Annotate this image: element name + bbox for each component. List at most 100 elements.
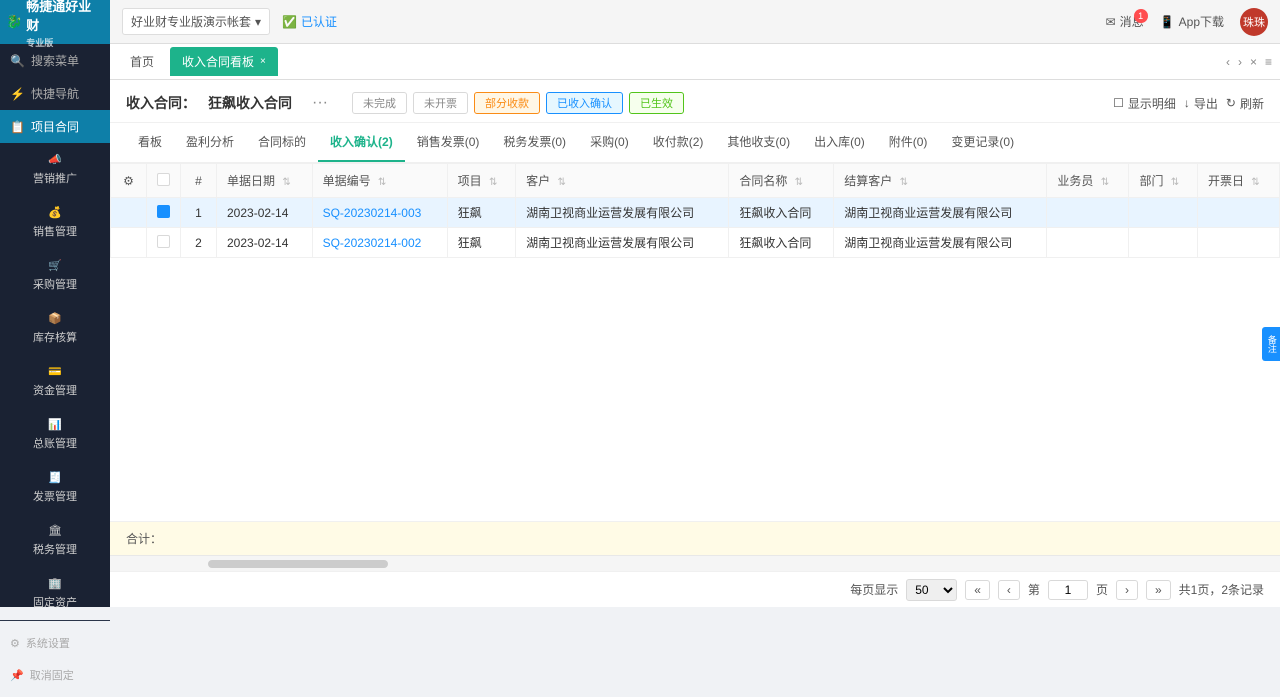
quick-nav-btn[interactable]: ⚡ 快捷导航 [0, 77, 110, 110]
scroll-bar-area[interactable] [110, 555, 1280, 571]
tab-payment[interactable]: 收付款(2) [641, 123, 716, 162]
user-name: 珠珠 [1243, 14, 1265, 30]
tab-change-log[interactable]: 变更记录(0) [939, 123, 1026, 162]
col-checkbox [147, 164, 181, 198]
tab-sales-invoice[interactable]: 销售发票(0) [405, 123, 492, 162]
check-icon: ✅ [282, 15, 297, 29]
table-row[interactable]: 1 2023-02-14 SQ-20230214-003 狂飙 湖南卫视商业运营… [111, 198, 1280, 228]
sidebar-item-funds[interactable]: 💳 资金管理 [0, 355, 110, 408]
purchase-icon: 🛒 [48, 259, 62, 272]
col-date[interactable]: 单据日期 ⇅ [217, 164, 313, 198]
sidebar-item-label: 项目合同 [31, 118, 79, 135]
home-label: 首页 [130, 55, 154, 69]
col-department[interactable]: 部门 ⇅ [1129, 164, 1198, 198]
sidebar-item-label: 固定资产 [33, 594, 77, 610]
cell-open-date [1197, 228, 1279, 258]
sidebar-item-assets[interactable]: 🏢 固定资产 [0, 567, 110, 620]
status-confirmed-btn[interactable]: 已收入确认 [546, 92, 623, 114]
prev-page-btn[interactable]: ‹ [998, 580, 1020, 600]
tab-prev-icon[interactable]: ‹ [1226, 55, 1230, 69]
status-partial-btn[interactable]: 部分收款 [474, 92, 540, 114]
company-selector[interactable]: 好业财专业版演示帐套 ▾ [122, 8, 270, 35]
cell-date: 2023-02-14 [217, 198, 313, 228]
income-contract-tab[interactable]: 收入合同看板 × [170, 47, 278, 76]
checkbox-icon: ☐ [1113, 96, 1124, 110]
refresh-btn[interactable]: ↻ 刷新 [1226, 95, 1264, 112]
page-number-input[interactable] [1048, 580, 1088, 600]
logo-title: 畅捷通好业财 [26, 0, 104, 34]
close-tab-icon[interactable]: × [260, 56, 266, 67]
sidebar-item-general[interactable]: 📊 总账管理 [0, 408, 110, 461]
contract-more-btn[interactable]: ··· [312, 94, 328, 112]
unpin-btn[interactable]: 📌 取消固定 [0, 659, 110, 691]
record-number-link[interactable]: SQ-20230214-003 [323, 206, 422, 220]
status-uninvoiced-btn[interactable]: 未开票 [413, 92, 468, 114]
messages-btn[interactable]: ✉ 1 消息 [1106, 13, 1144, 30]
scroll-thumb[interactable] [208, 560, 388, 568]
sidebar-item-tax[interactable]: 🏛 税务管理 [0, 514, 110, 567]
status-badges: 未完成 未开票 部分收款 已收入确认 已生效 [352, 92, 684, 114]
tab-income-confirm[interactable]: 收入确认(2) [318, 123, 405, 162]
search-menu-btn[interactable]: 🔍 搜索菜单 [0, 44, 110, 77]
col-customer[interactable]: 客户 ⇅ [516, 164, 729, 198]
status-effective-btn[interactable]: 已生效 [629, 92, 684, 114]
search-icon: 🔍 [10, 54, 25, 68]
sidebar-item-purchase[interactable]: 🛒 采购管理 [0, 249, 110, 302]
side-annotation: 备注 [1262, 327, 1280, 361]
tab-nav-icons: ‹ › × ≡ [1226, 55, 1272, 69]
company-name: 好业财专业版演示帐套 [131, 13, 251, 30]
home-tab[interactable]: 首页 [118, 47, 166, 76]
sidebar-item-invoice[interactable]: 🧾 发票管理 [0, 461, 110, 514]
col-number[interactable]: 单据编号 ⇅ [312, 164, 447, 198]
col-open-date[interactable]: 开票日 ⇅ [1197, 164, 1279, 198]
sidebar-item-inventory[interactable]: 📦 库存核算 [0, 302, 110, 355]
settings-btn[interactable]: ⚙ 系统设置 [0, 627, 110, 659]
col-project[interactable]: 项目 ⇅ [447, 164, 516, 198]
tab-menu-icon[interactable]: ≡ [1265, 55, 1272, 69]
tab-tax-invoice[interactable]: 税务发票(0) [491, 123, 578, 162]
tab-kanban[interactable]: 看板 [126, 123, 174, 162]
cell-checkbox[interactable] [147, 228, 181, 258]
general-icon: 📊 [48, 418, 62, 431]
export-btn[interactable]: ↓ 导出 [1184, 95, 1218, 112]
cell-salesperson [1047, 198, 1129, 228]
sidebar-item-marketing[interactable]: 📣 营销推广 [0, 143, 110, 196]
avatar: 珠珠 [1240, 8, 1268, 36]
cell-contract-name: 狂飙收入合同 [729, 228, 834, 258]
record-number-link[interactable]: SQ-20230214-002 [323, 236, 422, 250]
tax-icon: 🏛 [48, 524, 62, 537]
col-salesperson[interactable]: 业务员 ⇅ [1047, 164, 1129, 198]
first-page-btn[interactable]: « [965, 580, 990, 600]
sidebar-item-project[interactable]: 📋 项目合同 [0, 110, 110, 143]
settings-label: 系统设置 [26, 635, 70, 651]
side-note-btn[interactable]: 备注 [1262, 327, 1280, 361]
user-avatar[interactable]: 珠珠 [1240, 8, 1268, 36]
last-page-btn[interactable]: » [1146, 580, 1171, 600]
tab-next-icon[interactable]: › [1238, 55, 1242, 69]
cell-checkbox[interactable] [147, 198, 181, 228]
sidebar-item-sales[interactable]: 💰 销售管理 [0, 196, 110, 249]
tab-contract-std[interactable]: 合同标的 [246, 123, 318, 162]
show-detail-btn[interactable]: ☐ 显示明细 [1113, 95, 1176, 112]
tab-out-in[interactable]: 出入库(0) [802, 123, 877, 162]
download-icon: 📱 [1160, 15, 1175, 29]
col-settlement-customer[interactable]: 结算客户 ⇅ [834, 164, 1047, 198]
col-contract-name[interactable]: 合同名称 ⇅ [729, 164, 834, 198]
tab-close-icon[interactable]: × [1250, 55, 1257, 69]
app-download-btn[interactable]: 📱 App下载 [1160, 13, 1224, 30]
tabbar: 首页 收入合同看板 × ‹ › × ≡ [110, 44, 1280, 80]
header-checkbox[interactable] [157, 173, 170, 186]
per-page-select[interactable]: 50 100 200 [906, 579, 957, 601]
col-settings[interactable]: ⚙ [111, 164, 147, 198]
tab-purchase[interactable]: 采购(0) [578, 123, 641, 162]
total-bar: 合计： [110, 521, 1280, 555]
inventory-icon: 📦 [48, 312, 62, 325]
table-row[interactable]: 2 2023-02-14 SQ-20230214-002 狂飙 湖南卫视商业运营… [111, 228, 1280, 258]
status-incomplete-btn[interactable]: 未完成 [352, 92, 407, 114]
tab-attachments[interactable]: 附件(0) [877, 123, 940, 162]
tab-other-income[interactable]: 其他收支(0) [715, 123, 802, 162]
sidebar-item-label: 发票管理 [33, 488, 77, 504]
tab-profit[interactable]: 盈利分析 [174, 123, 246, 162]
next-page-btn[interactable]: › [1116, 580, 1138, 600]
cell-no: 1 [181, 198, 217, 228]
